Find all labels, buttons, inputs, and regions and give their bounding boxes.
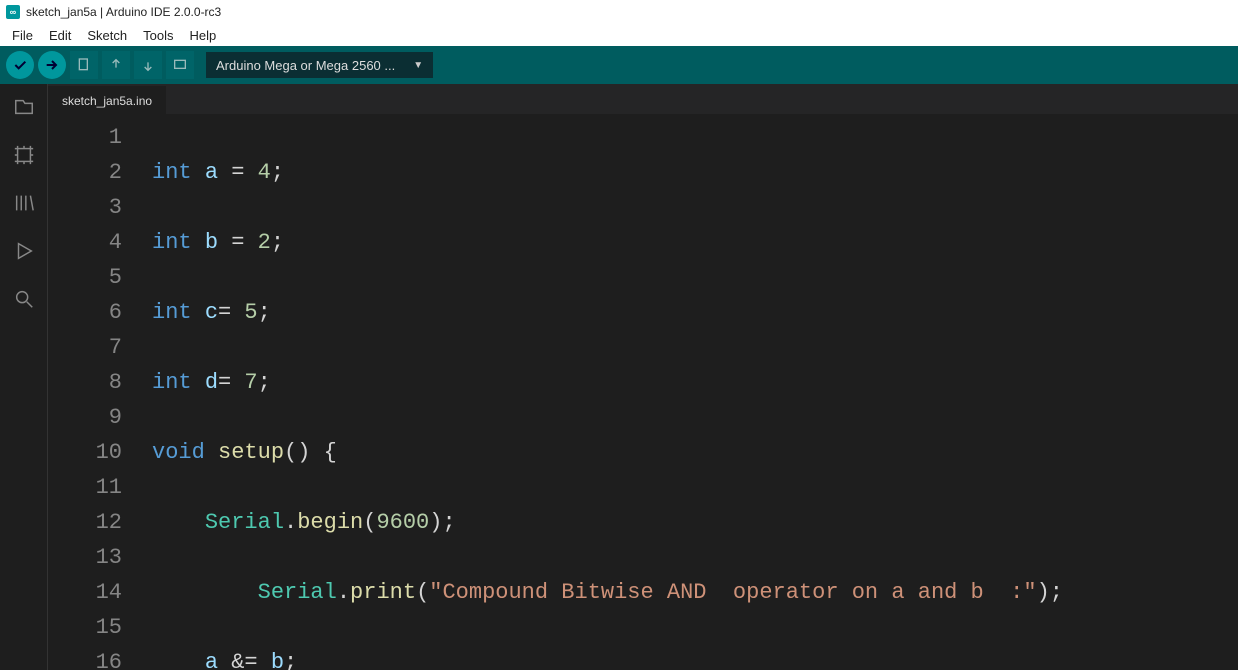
code-editor[interactable]: 1 2 3 4 5 6 7 8 9 10 11 12 13 14 15 16 i…: [48, 114, 1238, 670]
upload-button[interactable]: [38, 51, 66, 79]
app-icon: ∞: [6, 5, 20, 19]
chevron-down-icon: ▼: [413, 60, 423, 71]
editor-area: sketch_jan5a.ino 1 2 3 4 5 6 7 8 9 10 11…: [48, 84, 1238, 670]
main-area: sketch_jan5a.ino 1 2 3 4 5 6 7 8 9 10 11…: [0, 84, 1238, 670]
activity-bar: [0, 84, 48, 670]
board-selector[interactable]: Arduino Mega or Mega 2560 ... ▼: [206, 52, 433, 78]
verify-button[interactable]: [6, 51, 34, 79]
save-button[interactable]: [134, 51, 162, 79]
library-manager-icon[interactable]: [11, 190, 37, 216]
editor-tabs: sketch_jan5a.ino: [48, 84, 1238, 114]
code-content[interactable]: int a = 4; int b = 2; int c= 5; int d= 7…: [144, 114, 1238, 670]
serial-plotter-button[interactable]: [166, 51, 194, 79]
line-number-gutter: 1 2 3 4 5 6 7 8 9 10 11 12 13 14 15 16: [48, 114, 144, 670]
open-button[interactable]: [102, 51, 130, 79]
window-title: sketch_jan5a | Arduino IDE 2.0.0-rc3: [26, 5, 221, 19]
menu-edit[interactable]: Edit: [41, 28, 79, 43]
boards-manager-icon[interactable]: [11, 142, 37, 168]
new-sketch-button[interactable]: [70, 51, 98, 79]
menubar: File Edit Sketch Tools Help: [0, 24, 1238, 46]
menu-help[interactable]: Help: [181, 28, 224, 43]
explorer-icon[interactable]: [11, 94, 37, 120]
search-icon[interactable]: [11, 286, 37, 312]
editor-tab-label: sketch_jan5a.ino: [62, 94, 152, 108]
menu-file[interactable]: File: [4, 28, 41, 43]
menu-sketch[interactable]: Sketch: [79, 28, 135, 43]
debug-icon[interactable]: [11, 238, 37, 264]
editor-tab[interactable]: sketch_jan5a.ino: [48, 86, 166, 114]
window-titlebar: ∞ sketch_jan5a | Arduino IDE 2.0.0-rc3: [0, 0, 1238, 24]
toolbar: Arduino Mega or Mega 2560 ... ▼: [0, 46, 1238, 84]
menu-tools[interactable]: Tools: [135, 28, 181, 43]
board-selector-label: Arduino Mega or Mega 2560 ...: [216, 58, 395, 73]
